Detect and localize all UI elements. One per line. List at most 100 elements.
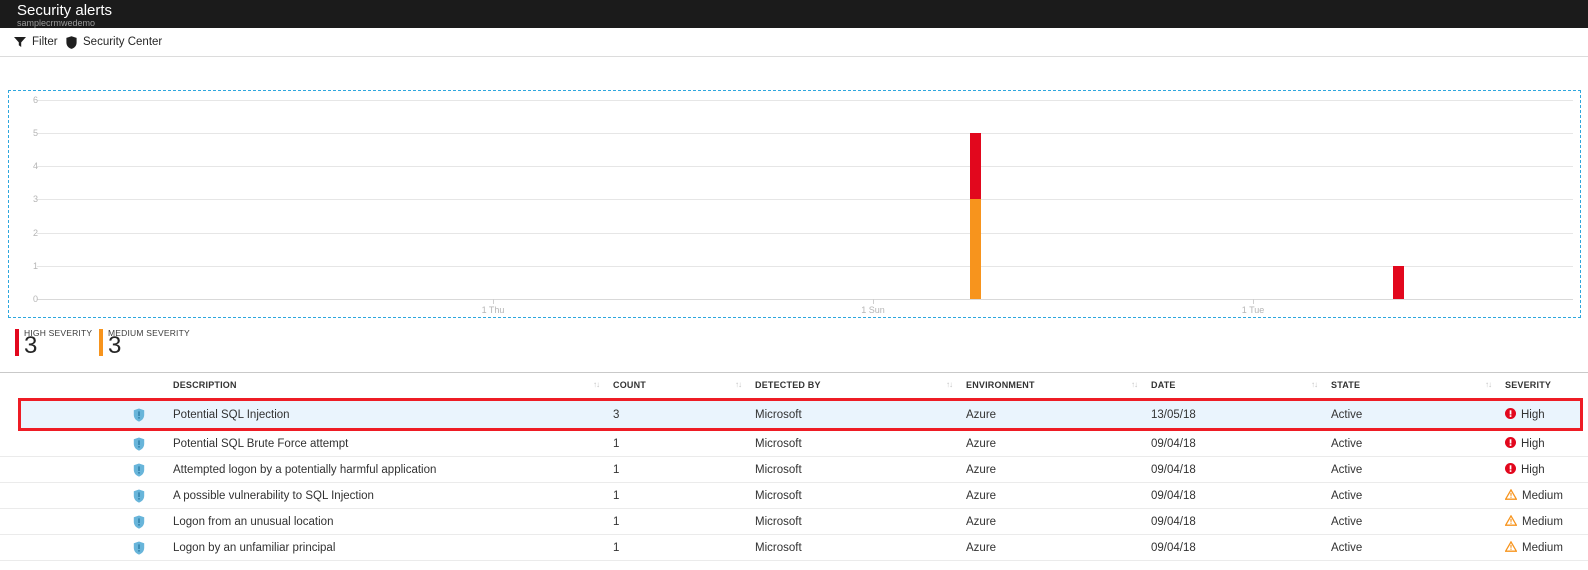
chart-gridline <box>37 166 1573 168</box>
cell-date: 09/04/18 <box>1151 541 1196 554</box>
chart-gridline <box>37 232 1573 234</box>
chart-bar-segment-medium[interactable] <box>970 199 981 299</box>
y-axis-tick-label: 4 <box>33 161 39 172</box>
shield-icon <box>66 35 77 49</box>
cell-detected_by: Microsoft <box>755 437 802 450</box>
cell-count: 1 <box>613 437 620 450</box>
cell-severity: Medium <box>1504 488 1563 503</box>
y-axis-tick-label: 2 <box>33 227 39 238</box>
column-header-environment[interactable]: ENVIRONMENT <box>966 380 1035 390</box>
cell-date: 09/04/18 <box>1151 489 1196 502</box>
sort-arrows-icon[interactable]: ↑↓ <box>946 380 953 389</box>
high-severity-icon <box>1505 407 1516 422</box>
cell-state: Active <box>1331 541 1363 554</box>
cell-count: 3 <box>613 408 620 421</box>
cell-description: Attempted logon by a potentially harmful… <box>173 463 437 476</box>
table-row[interactable]: Attempted logon by a potentially harmful… <box>0 457 1588 483</box>
cell-severity: Medium <box>1504 514 1563 529</box>
cell-description: Potential SQL Brute Force attempt <box>173 437 349 450</box>
high-severity-color-bar <box>15 329 19 356</box>
x-axis-tick-label: 1 Tue <box>1241 305 1265 315</box>
y-axis-tick-label: 6 <box>33 94 39 105</box>
y-axis-tick-label: 0 <box>33 294 39 304</box>
cell-description: Logon by an unfamiliar principal <box>173 541 336 554</box>
chart-gridline <box>37 265 1573 267</box>
cell-detected_by: Microsoft <box>755 489 802 502</box>
cell-date: 09/04/18 <box>1151 463 1196 476</box>
blade-header: Security alerts samplecrmwedemo <box>0 0 1588 28</box>
severity-text: High <box>1521 437 1545 450</box>
cell-detected_by: Microsoft <box>755 515 802 528</box>
cell-description: A possible vulnerability to SQL Injectio… <box>173 489 374 502</box>
security-center-button[interactable]: Security Center <box>66 28 162 56</box>
y-axis-tick-label: 3 <box>33 194 39 205</box>
x-axis-tick <box>1253 299 1254 304</box>
filter-icon <box>14 36 26 48</box>
cell-state: Active <box>1331 463 1363 476</box>
y-axis-tick-label: 5 <box>33 128 39 139</box>
filter-button-label: Filter <box>32 36 58 48</box>
sort-arrows-icon[interactable]: ↑↓ <box>735 380 742 389</box>
alerts-table-header: DESCRIPTION COUNT ↑↓ DETECTED BY ↑↓ ENVIRONME… <box>0 372 1588 398</box>
severity-text: Medium <box>1522 541 1563 554</box>
high-severity-icon <box>1505 436 1516 451</box>
chart-bar-segment-high[interactable] <box>970 133 981 200</box>
column-header-detected_by[interactable]: DETECTED BY <box>755 380 821 390</box>
cell-severity: High <box>1505 436 1545 451</box>
cell-description: Potential SQL Injection <box>173 408 290 421</box>
alert-shield-icon <box>133 541 145 555</box>
column-header-date[interactable]: DATE <box>1151 380 1176 390</box>
table-row[interactable]: Potential SQL Brute Force attempt 1 Micros… <box>0 431 1588 457</box>
chart-bar-segment-high[interactable] <box>1393 265 1404 299</box>
cell-severity: High <box>1505 462 1545 477</box>
cell-severity: Medium <box>1504 540 1563 555</box>
severity-text: High <box>1521 408 1545 421</box>
cell-state: Active <box>1331 489 1363 502</box>
alert-shield-icon <box>133 437 145 451</box>
medium-severity-icon <box>1504 514 1518 529</box>
command-toolbar: Filter Security Center <box>0 28 1588 57</box>
alerts-chart[interactable]: 0 1 2 3 4 5 6 1 Thu 1 Sun 1 Tue <box>8 90 1581 318</box>
cell-count: 1 <box>613 541 620 554</box>
security-center-button-label: Security Center <box>83 36 163 48</box>
cell-description: Logon from an unusual location <box>173 515 334 528</box>
cell-environment: Azure <box>966 489 997 502</box>
cell-state: Active <box>1331 437 1363 450</box>
sort-arrows-icon[interactable]: ↑↓ <box>1131 380 1138 389</box>
cell-detected_by: Microsoft <box>755 463 802 476</box>
table-row[interactable]: Logon by an unfamiliar principal 1 Microso… <box>0 535 1588 561</box>
table-row[interactable]: Logon from an unusual location 1 Microsoft… <box>0 509 1588 535</box>
alert-shield-icon <box>133 515 145 529</box>
column-header-count[interactable]: COUNT <box>613 380 646 390</box>
y-axis-tick-label: 1 <box>33 260 39 271</box>
x-axis-tick-label: 1 Thu <box>481 305 505 315</box>
cell-date: 09/04/18 <box>1151 437 1196 450</box>
cell-state: Active <box>1331 515 1363 528</box>
cell-state: Active <box>1331 408 1363 421</box>
alert-shield-icon <box>133 489 145 503</box>
alert-shield-icon <box>133 463 145 477</box>
medium-severity-icon <box>1504 540 1518 555</box>
subscription-subtitle: samplecrmwedemo <box>17 18 96 28</box>
medium-severity-color-bar <box>99 329 103 356</box>
security-alerts-blade: Security alerts samplecrmwedemo Filter S… <box>0 0 1588 570</box>
column-header-description[interactable]: DESCRIPTION <box>173 380 237 390</box>
table-row[interactable]: A possible vulnerability to SQL Injectio… <box>0 483 1588 509</box>
x-axis-tick <box>873 299 874 304</box>
severity-text: Medium <box>1522 489 1563 502</box>
table-row[interactable]: Potential SQL Injection 3 Microsoft Azure 13… <box>0 401 1588 428</box>
cell-count: 1 <box>613 515 620 528</box>
sort-arrows-icon[interactable]: ↑↓ <box>1311 380 1318 389</box>
filter-button[interactable]: Filter <box>14 28 58 56</box>
sort-arrows-icon[interactable]: ↑↓ <box>593 380 600 389</box>
column-header-severity[interactable]: SEVERITY <box>1505 380 1551 390</box>
cell-environment: Azure <box>966 408 997 421</box>
high-severity-icon <box>1505 462 1516 477</box>
cell-environment: Azure <box>966 541 997 554</box>
cell-environment: Azure <box>966 515 997 528</box>
column-header-state[interactable]: STATE <box>1331 380 1360 390</box>
chart-gridline <box>37 99 1573 101</box>
chart-gridline <box>37 299 1573 300</box>
sort-arrows-icon[interactable]: ↑↓ <box>1485 380 1492 389</box>
alert-shield-icon <box>133 408 145 422</box>
